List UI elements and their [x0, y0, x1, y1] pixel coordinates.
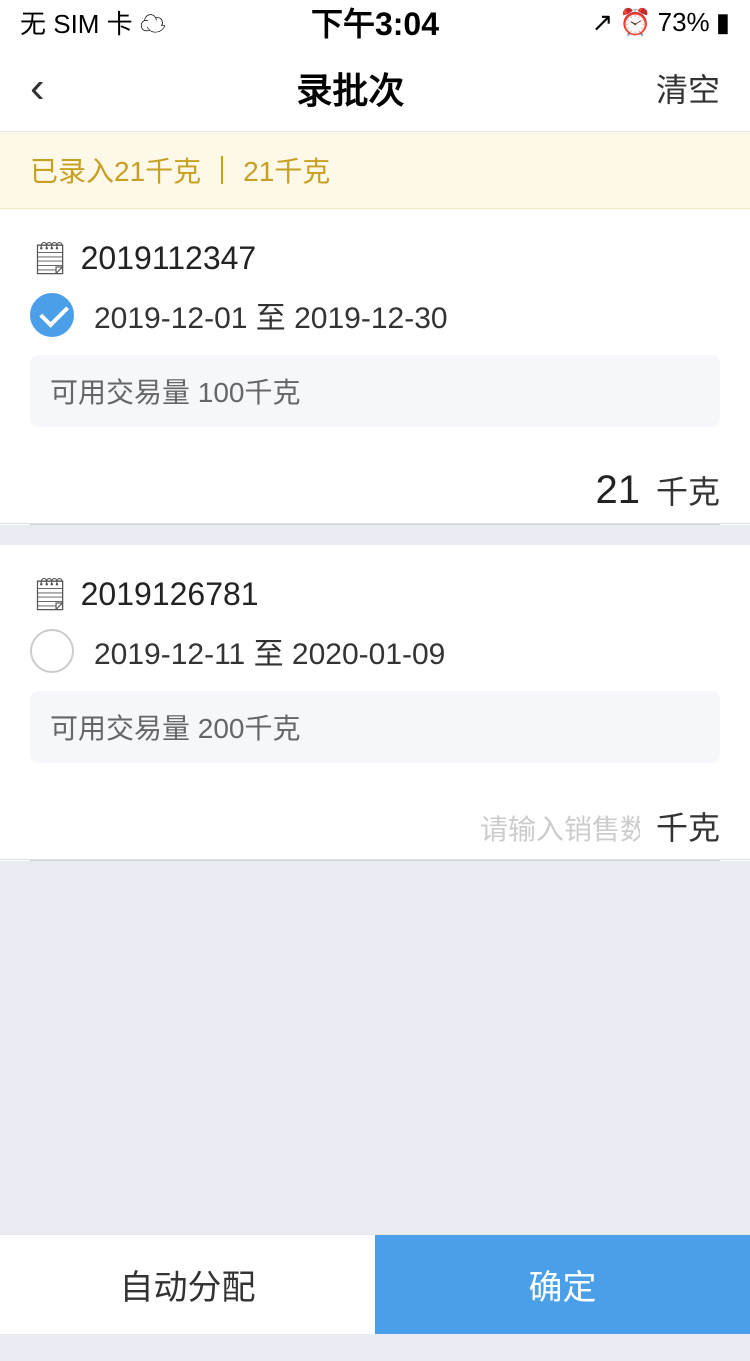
page-title: 录批次: [296, 62, 404, 114]
batch-doc-icon-2: 🗒: [30, 575, 71, 613]
clear-button[interactable]: 清空: [656, 65, 720, 111]
radio-button-2[interactable]: [30, 629, 74, 673]
batch-id-row-1: 🗒 2019112347: [30, 239, 720, 277]
status-left: 无 SIM 卡 ☁: [20, 4, 166, 41]
status-time: 下午3:04: [311, 0, 439, 45]
sim-status: 无 SIM 卡 ☁: [20, 4, 166, 41]
summary-value: 21千克: [243, 150, 330, 190]
date-range-2: 2019-12-11 至 2020-01-09: [94, 629, 445, 673]
alarm-icon: ⏰: [619, 7, 651, 38]
nav-bar: ‹ 录批次 清空: [0, 44, 750, 132]
bottom-buttons: 自动分配 确定: [0, 1234, 750, 1334]
auto-distribute-button[interactable]: 自动分配: [0, 1235, 375, 1334]
date-row-2[interactable]: 2019-12-11 至 2020-01-09: [30, 629, 720, 673]
date-range-1: 2019-12-01 至 2019-12-30: [94, 293, 448, 337]
battery-text: 73%: [658, 7, 710, 38]
batch-id-row-2: 🗒 2019126781: [30, 575, 720, 613]
summary-bar: 已录入21千克 21千克: [0, 132, 750, 209]
confirm-button[interactable]: 确定: [375, 1235, 750, 1334]
status-right: ↗ ⏰ 73% ▮: [591, 7, 730, 38]
batch-card-1: 🗒 2019112347 2019-12-01 至 2019-12-30 可用交…: [0, 209, 750, 525]
quantity-input-2[interactable]: [480, 804, 640, 849]
status-bar: 无 SIM 卡 ☁ 下午3:04 ↗ ⏰ 73% ▮: [0, 0, 750, 44]
date-row-1[interactable]: 2019-12-01 至 2019-12-30: [30, 293, 720, 337]
input-row-2: 千克: [0, 783, 750, 860]
summary-entered-label: 已录入21千克: [30, 150, 201, 190]
unit-label-1: 千克: [656, 467, 720, 513]
battery-icon: ▮: [716, 7, 730, 38]
back-button[interactable]: ‹: [30, 66, 45, 110]
unit-label-2: 千克: [656, 803, 720, 849]
batch-id-2: 2019126781: [81, 576, 259, 613]
quantity-input-1[interactable]: [480, 468, 640, 513]
available-qty-2: 可用交易量 200千克: [30, 691, 720, 763]
location-icon: ↗: [591, 7, 613, 38]
batch-id-1: 2019112347: [81, 240, 257, 277]
input-row-1: 千克: [0, 447, 750, 524]
radio-button-1[interactable]: [30, 293, 74, 337]
batch-card-2: 🗒 2019126781 2019-12-11 至 2020-01-09 可用交…: [0, 545, 750, 861]
section-separator: [0, 525, 750, 545]
available-qty-1: 可用交易量 100千克: [30, 355, 720, 427]
summary-divider: [221, 156, 223, 184]
batch-doc-icon-1: 🗒: [30, 239, 71, 277]
